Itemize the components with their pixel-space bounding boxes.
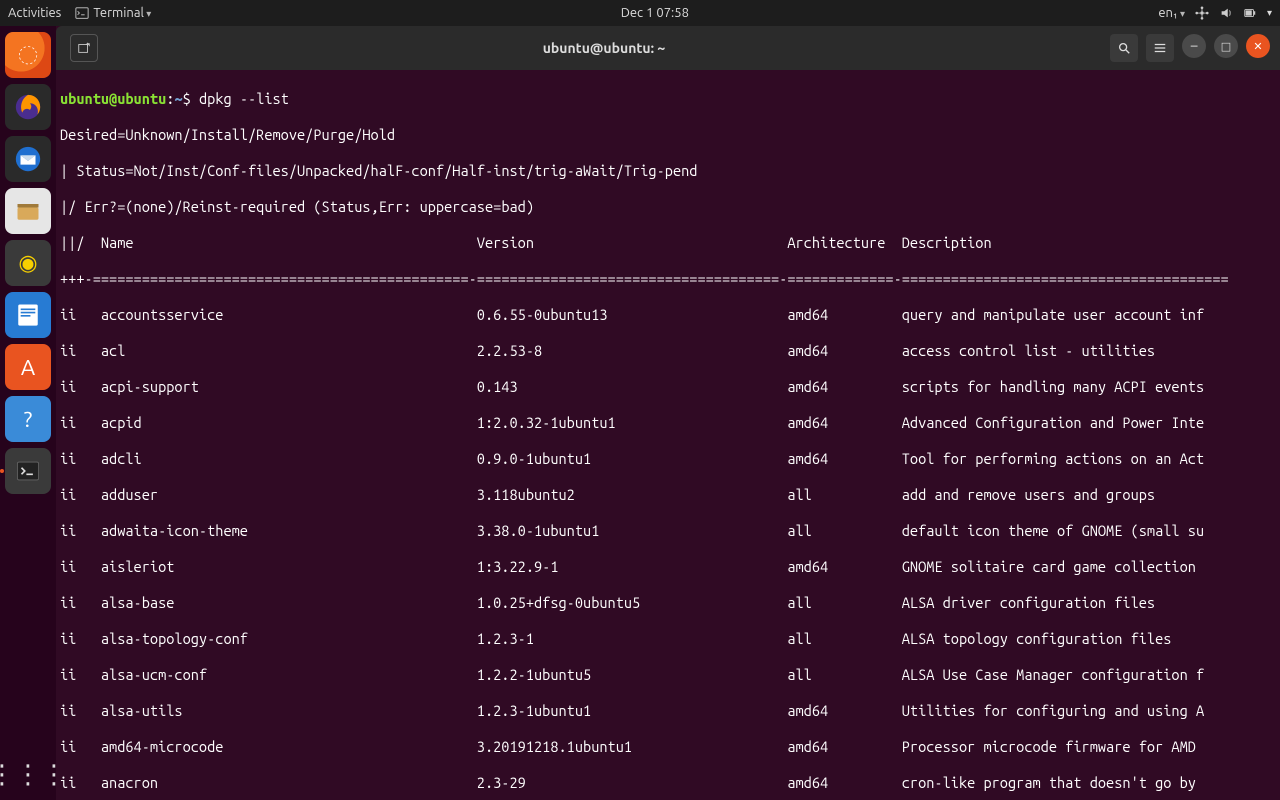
terminal-window: ubuntu@ubuntu: ~ ─ □ ✕ ubuntu@ubuntu:~$ … — [56, 26, 1280, 800]
search-icon — [1117, 41, 1131, 55]
package-row: ii adcli0.9.0-1ubuntu1amd64Tool for perf… — [60, 450, 1280, 468]
dock-icon-firefox[interactable] — [5, 84, 51, 130]
package-row: ii adwaita-icon-theme3.38.0-1ubuntu1alld… — [60, 522, 1280, 540]
input-source-indicator[interactable]: en₁ — [1158, 6, 1185, 20]
dock-icon-files[interactable] — [5, 188, 51, 234]
activities-button[interactable]: Activities — [8, 6, 61, 20]
dpkg-header-line: Desired=Unknown/Install/Remove/Purge/Hol… — [60, 126, 1280, 144]
dock-icon-help[interactable]: ? — [5, 396, 51, 442]
dock-icon-ubiquity[interactable]: ◌ — [5, 32, 51, 78]
dpkg-column-header: ||/NameVersionArchitectureDescription — [60, 234, 1280, 252]
package-row: ii alsa-base1.0.25+dfsg-0ubuntu5allALSA … — [60, 594, 1280, 612]
package-row: ii alsa-topology-conf1.2.3-1allALSA topo… — [60, 630, 1280, 648]
terminal-icon — [75, 6, 89, 20]
package-row: ii alsa-ucm-conf1.2.2-1ubuntu5allALSA Us… — [60, 666, 1280, 684]
system-menu-caret[interactable]: ▾ — [1267, 7, 1272, 19]
package-row: ii anacron2.3-29amd64cron-like program t… — [60, 774, 1280, 792]
hamburger-menu-button[interactable] — [1146, 34, 1174, 62]
battery-icon[interactable] — [1243, 6, 1257, 20]
terminal-output[interactable]: ubuntu@ubuntu:~$ dpkg --list Desired=Unk… — [56, 70, 1280, 800]
dpkg-header-line: | Status=Not/Inst/Conf-files/Unpacked/ha… — [60, 162, 1280, 180]
gnome-topbar: Activities Terminal Dec 1 07:58 en₁ ▾ — [0, 0, 1280, 26]
prompt-path: ~ — [174, 90, 182, 107]
dock: ◌ ◉ A ? ⋮⋮⋮ — [0, 26, 56, 800]
new-tab-icon — [77, 41, 91, 55]
dock-icon-software[interactable]: A — [5, 344, 51, 390]
package-row: ii accountsservice0.6.55-0ubuntu13amd64q… — [60, 306, 1280, 324]
window-title: ubuntu@ubuntu: ~ — [98, 40, 1110, 56]
dock-icon-thunderbird[interactable] — [5, 136, 51, 182]
clock[interactable]: Dec 1 07:58 — [151, 6, 1158, 20]
package-row: ii amd64-microcode3.20191218.1ubuntu1amd… — [60, 738, 1280, 756]
dock-icon-libreoffice-writer[interactable] — [5, 292, 51, 338]
package-row: ii adduser3.118ubuntu2alladd and remove … — [60, 486, 1280, 504]
close-button[interactable]: ✕ — [1246, 34, 1270, 58]
volume-icon[interactable] — [1219, 6, 1233, 20]
search-button[interactable] — [1110, 34, 1138, 62]
network-icon[interactable] — [1195, 6, 1209, 20]
package-row: ii acpid1:2.0.32-1ubuntu1amd64Advanced C… — [60, 414, 1280, 432]
dock-icon-rhythmbox[interactable]: ◉ — [5, 240, 51, 286]
app-menu[interactable]: Terminal — [75, 6, 151, 20]
hamburger-icon — [1153, 41, 1167, 55]
window-titlebar: ubuntu@ubuntu: ~ ─ □ ✕ — [56, 26, 1280, 70]
package-row: ii acl2.2.53-8amd64access control list -… — [60, 342, 1280, 360]
minimize-button[interactable]: ─ — [1182, 34, 1206, 58]
package-row: ii alsa-utils1.2.3-1ubuntu1amd64Utilitie… — [60, 702, 1280, 720]
command-text: dpkg --list — [199, 90, 289, 107]
package-row: ii aisleriot1:3.22.9-1amd64GNOME solitai… — [60, 558, 1280, 576]
dpkg-header-line: |/ Err?=(none)/Reinst-required (Status,E… — [60, 198, 1280, 216]
maximize-button[interactable]: □ — [1214, 34, 1238, 58]
dock-icon-terminal[interactable] — [5, 448, 51, 494]
dpkg-separator: +++-====================================… — [60, 270, 1280, 288]
new-tab-button[interactable] — [70, 34, 98, 62]
prompt-userhost: ubuntu@ubuntu — [60, 90, 166, 107]
package-row: ii acpi-support0.143amd64scripts for han… — [60, 378, 1280, 396]
